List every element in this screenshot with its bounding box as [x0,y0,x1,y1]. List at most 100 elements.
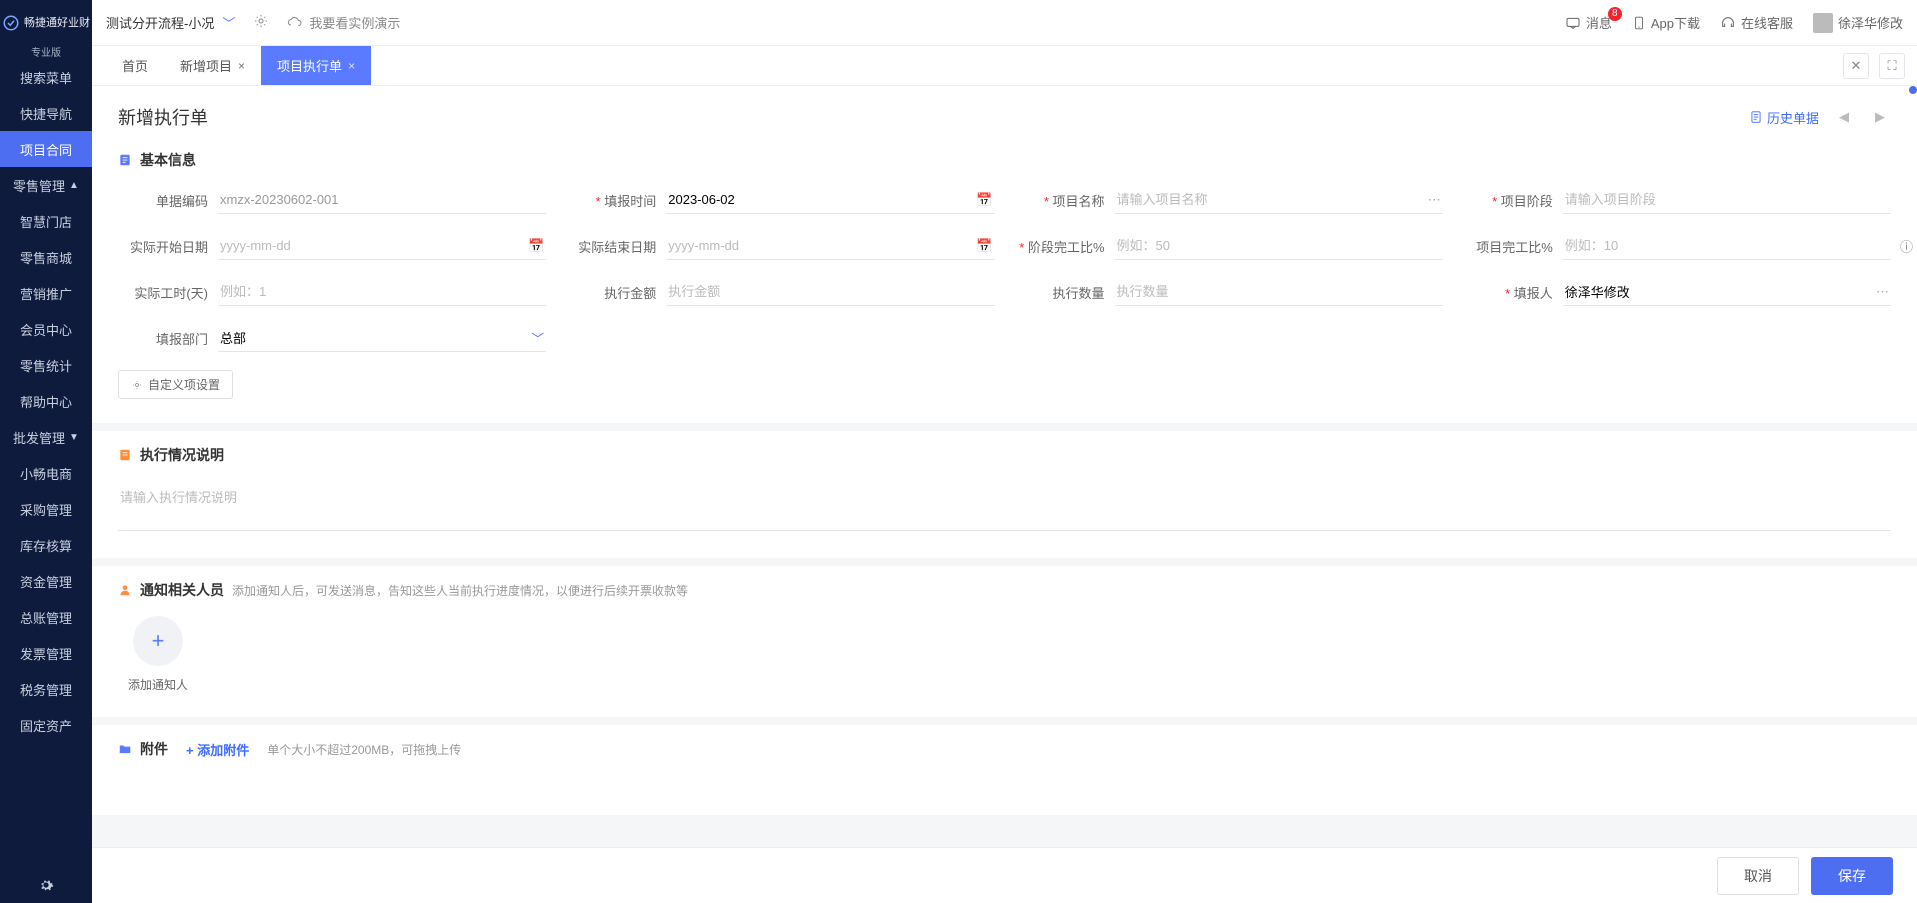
history-link[interactable]: 历史单据 [1749,108,1819,127]
label-start-date: 实际开始日期 [118,237,218,256]
sidebar-item-14[interactable]: 资金管理 [0,563,92,599]
chevron-down-icon: ﹀ [222,13,235,32]
sidebar-item-4[interactable]: 智慧门店 [0,203,92,239]
attach-hint: 单个大小不超过200MB，可拖拽上传 [267,741,461,758]
chevron-icon: ▼ [69,432,79,443]
label-hours: 实际工时(天) [118,283,218,302]
input-reporter[interactable] [1563,278,1891,306]
account-settings-button[interactable] [253,13,269,32]
sidebar-item-10[interactable]: 批发管理▼ [0,419,92,455]
save-button[interactable]: 保存 [1811,857,1893,895]
customer-service-button[interactable]: 在线客服 [1720,13,1793,32]
account-selector[interactable]: 测试分开流程-小况 ﹀ [106,13,235,32]
sidebar-item-15[interactable]: 总账管理 [0,599,92,635]
brand-edition: 专业版 [0,44,92,59]
logo-icon [2,14,20,32]
input-proj-pct[interactable] [1563,232,1891,260]
label-proj-name: 项目名称 [1015,191,1115,210]
more-icon[interactable]: ⋯ [1428,192,1441,208]
sidebar-item-label: 发票管理 [20,644,72,663]
sidebar-item-13[interactable]: 库存核算 [0,527,92,563]
sidebar-item-11[interactable]: 小畅电商 [0,455,92,491]
add-notifier-label: 添加通知人 [128,676,188,693]
app-download-button[interactable]: App下载 [1632,13,1700,32]
scroll-indicator [1909,86,1917,94]
sidebar-item-6[interactable]: 营销推广 [0,275,92,311]
sidebar-item-label: 零售统计 [20,356,72,375]
sidebar-item-0[interactable]: 搜索菜单 [0,59,92,95]
sidebar: 畅捷通好业财 专业版 搜索菜单快捷导航项目合同零售管理 ▲ 智慧门店零售商城营销推广… [0,0,92,903]
calendar-icon[interactable]: 📅 [976,238,992,254]
fullscreen-button[interactable]: ⛶ [1879,53,1905,79]
tab-1[interactable]: 新增项目× [164,46,261,85]
phone-icon [1632,15,1646,31]
user-menu[interactable]: 徐泽华修改 [1813,13,1903,33]
document-icon [1749,110,1763,124]
input-fill-time[interactable] [666,186,994,214]
tab-label: 首页 [122,56,148,75]
input-hours[interactable] [218,278,546,306]
input-stage-pct[interactable] [1115,232,1443,260]
brand-name: 畅捷通好业财 [24,17,90,29]
cloud-icon [287,15,303,31]
sidebar-item-1[interactable]: 快捷导航 [0,95,92,131]
input-dept[interactable] [218,324,546,352]
input-qty[interactable] [1115,278,1443,306]
sidebar-item-label: 帮助中心 [20,392,72,411]
cancel-button[interactable]: 取消 [1717,857,1799,895]
settings-gear[interactable] [0,867,92,903]
exec-description-input[interactable] [118,481,1891,531]
sidebar-item-17[interactable]: 税务管理 [0,671,92,707]
sidebar-item-label: 快捷导航 [20,104,72,123]
calendar-icon[interactable]: 📅 [528,238,544,254]
label-doc-no: 单据编码 [118,191,218,210]
next-doc-button[interactable]: ▶ [1869,106,1891,128]
topbar: 测试分开流程-小况 ﹀ 我要看实例演示 消息 8 App下载 [92,0,1917,46]
messages-button[interactable]: 消息 8 [1565,13,1612,32]
help-icon[interactable]: ⓘ [1900,237,1913,256]
sidebar-item-7[interactable]: 会员中心 [0,311,92,347]
add-attachment-link[interactable]: + 添加附件 [186,740,249,759]
tab-2[interactable]: 项目执行单× [261,46,371,85]
sidebar-item-18[interactable]: 固定资产 [0,707,92,743]
sidebar-item-3[interactable]: 零售管理 ▲ [0,167,92,203]
label-reporter: 填报人 [1463,283,1563,302]
sidebar-item-2[interactable]: 项目合同 [0,131,92,167]
sidebar-item-label: 零售商城 [20,248,72,267]
input-proj-stage[interactable] [1563,186,1891,214]
more-icon[interactable]: ⋯ [1876,284,1889,300]
section-attach-title: 附件 [140,739,168,759]
page-title: 新增执行单 [118,104,208,130]
chevron-icon: ▲ [69,180,79,191]
tab-close-button[interactable]: ✕ [1843,53,1869,79]
content-scroll[interactable]: 新增执行单 历史单据 ◀ ▶ 基本信息 单据编码 [92,86,1917,847]
sidebar-item-12[interactable]: 采购管理 [0,491,92,527]
add-notifier-button[interactable]: + [133,616,183,666]
sidebar-item-5[interactable]: 零售商城 [0,239,92,275]
calendar-icon[interactable]: 📅 [976,192,992,208]
input-doc-no[interactable] [218,186,546,214]
sidebar-item-9[interactable]: 帮助中心 [0,383,92,419]
sidebar-item-label: 资金管理 [20,572,72,591]
sidebar-item-8[interactable]: 零售统计 [0,347,92,383]
custom-fields-button[interactable]: 自定义项设置 [118,370,233,399]
input-amount[interactable] [666,278,994,306]
sidebar-item-label: 税务管理 [20,680,72,699]
demo-link[interactable]: 我要看实例演示 [287,13,400,32]
label-amount: 执行金额 [566,283,666,302]
tab-0[interactable]: 首页 [106,46,164,85]
sidebar-item-label: 小畅电商 [20,464,72,483]
chevron-down-icon[interactable]: ﹀ [531,329,544,348]
avatar-icon [1813,13,1833,33]
sidebar-item-label: 零售管理 [13,176,65,195]
section-notify-title: 通知相关人员 [140,580,224,600]
section-basic-title: 基本信息 [140,150,196,170]
close-icon[interactable]: × [238,59,245,73]
tabbar: 首页新增项目×项目执行单× ✕ ⛶ [92,46,1917,86]
input-start-date[interactable] [218,232,546,260]
input-proj-name[interactable] [1115,186,1443,214]
input-end-date[interactable] [666,232,994,260]
close-icon[interactable]: × [348,59,355,73]
sidebar-item-16[interactable]: 发票管理 [0,635,92,671]
prev-doc-button[interactable]: ◀ [1833,106,1855,128]
